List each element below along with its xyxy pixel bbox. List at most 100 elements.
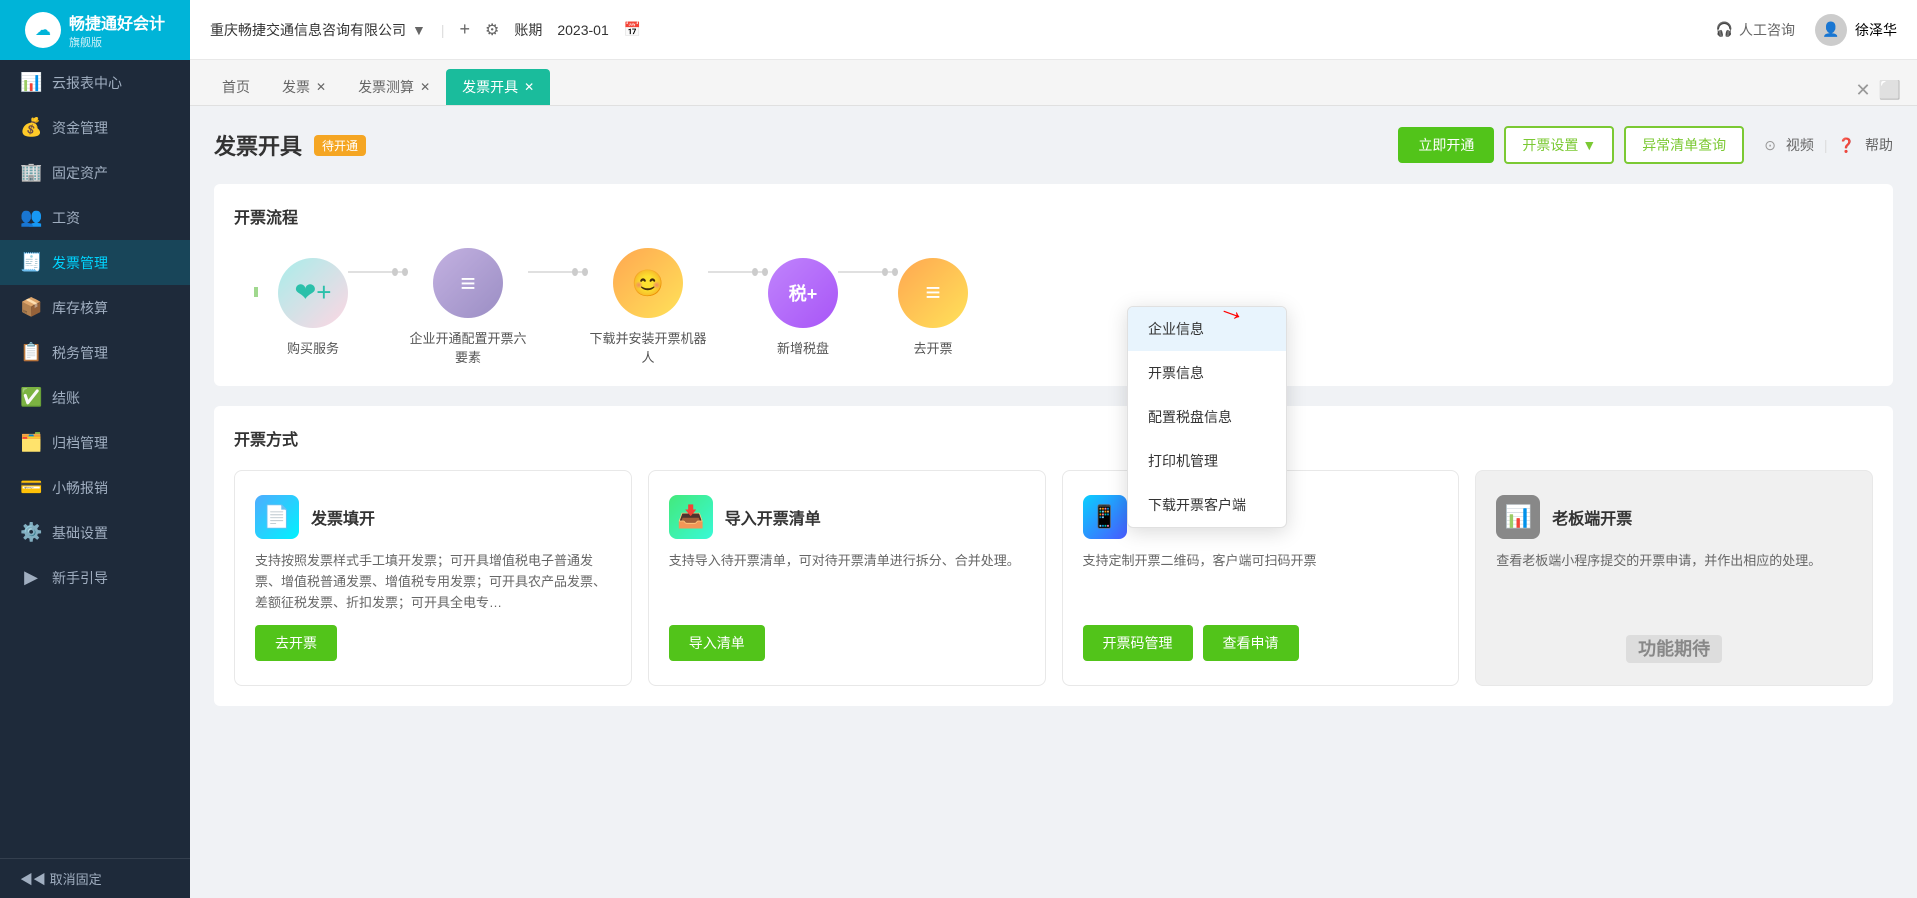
method-boss-title: 老板端开票 [1552, 505, 1632, 529]
video-link[interactable]: 视频 [1786, 135, 1814, 155]
flow-step-2: ≡ 企业开通配置开票六要素 [408, 248, 528, 366]
scan-code-manage-button[interactable]: 开票码管理 [1083, 625, 1193, 661]
dropdown-item-download-client[interactable]: 下载开票客户端 [1128, 483, 1286, 527]
tab-invoice-open[interactable]: 发票开具 ✕ [446, 69, 550, 105]
dropdown-item-tax-config[interactable]: 配置税盘信息 [1128, 395, 1286, 439]
step2-icon: ≡ [433, 248, 503, 318]
content-area: 发票开具 待开通 立即开通 开票设置 ▼ 异常清单查询 ⊙ 视频 | ❓ 帮助 … [190, 106, 1917, 898]
topbar-divider1: | [441, 22, 445, 38]
method-card-boss: 📊 老板端开票 查看老板端小程序提交的开票申请，并作出相应的处理。 功能期待 [1475, 470, 1873, 686]
funds-icon: 💰 [20, 117, 42, 138]
flow-step-3: 😊 下载并安装开票机器人 [588, 248, 708, 366]
help-link[interactable]: 帮助 [1865, 135, 1893, 155]
sidebar-item-settlement[interactable]: ✅ 结账 [0, 375, 190, 420]
method-import-header: 📥 导入开票清单 [669, 495, 1025, 539]
header-actions: 立即开通 开票设置 ▼ 异常清单查询 ⊙ 视频 | ❓ 帮助 [1398, 126, 1893, 164]
company-selector[interactable]: 重庆畅捷交通信息咨询有限公司 ▼ [210, 20, 426, 40]
step1-label: 购买服务 [287, 338, 339, 357]
dropdown-item-invoice-info[interactable]: 开票信息 [1128, 351, 1286, 395]
step3-label: 下载并安装开票机器人 [588, 328, 708, 366]
method-fill-desc: 支持按照发票样式手工填开发票；可开具增值税电子普通发票、增值税普通发票、增值税专… [255, 551, 611, 613]
calendar-icon[interactable]: 📅 [624, 21, 641, 38]
sidebar-item-xiaochang[interactable]: 💳 小畅报销 [0, 465, 190, 510]
sidebar-item-funds[interactable]: 💰 资金管理 [0, 105, 190, 150]
tab-invoice-calc-close[interactable]: ✕ [420, 80, 430, 94]
settings-button[interactable]: 开票设置 ▼ [1504, 126, 1614, 164]
sidebar-item-cloud-reports[interactable]: 📊 云报表中心 [0, 60, 190, 105]
tab-invoice-open-close[interactable]: ✕ [524, 80, 534, 94]
settings-button-label: 开票设置 [1522, 135, 1578, 155]
flow-step-5: ≡ 去开票 [898, 258, 968, 357]
tab-invoice-calc[interactable]: 发票测算 ✕ [342, 69, 446, 105]
user-profile[interactable]: 👤 徐泽华 [1815, 14, 1897, 46]
boss-overlay-text: 功能期待 [1496, 635, 1852, 661]
tab-home-label: 首页 [222, 77, 250, 97]
flow-step-1: ❤+ 购买服务 [278, 258, 348, 357]
sidebar-item-archive[interactable]: 🗂️ 归档管理 [0, 420, 190, 465]
tab-home[interactable]: 首页 [206, 69, 266, 105]
sidebar-item-tax[interactable]: 📋 税务管理 [0, 330, 190, 375]
red-arrow: → [1219, 294, 1247, 326]
method-boss-desc: 查看老板端小程序提交的开票申请，并作出相应的处理。 [1496, 551, 1852, 603]
company-name: 重庆畅捷交通信息咨询有限公司 [210, 20, 406, 40]
help-icon: ❓ [1838, 137, 1855, 154]
activate-button[interactable]: 立即开通 [1398, 127, 1494, 163]
sidebar-cancel-pin[interactable]: ◀◀ 取消固定 [0, 858, 190, 898]
view-application-button[interactable]: 查看申请 [1203, 625, 1299, 661]
sidebar-label-tax: 税务管理 [52, 343, 108, 363]
fill-invoice-button[interactable]: 去开票 [255, 625, 337, 661]
method-fill-icon: 📄 [255, 495, 299, 539]
period-label: 账期 [514, 20, 542, 40]
tax-icon: 📋 [20, 342, 42, 363]
support-label: 人工咨询 [1739, 20, 1795, 40]
method-import-title: 导入开票清单 [725, 505, 821, 529]
payroll-icon: 👥 [20, 207, 42, 228]
play-icon: ⊙ [1764, 137, 1776, 154]
step3-icon: 😊 [613, 248, 683, 318]
method-card-import: 📥 导入开票清单 支持导入待开票清单，可对待开票清单进行拆分、合并处理。 导入清… [648, 470, 1046, 686]
maximize-icon[interactable]: ⬜ [1879, 80, 1901, 101]
method-card-fill: 📄 发票填开 支持按照发票样式手工填开发票；可开具增值税电子普通发票、增值税普通… [234, 470, 632, 686]
exception-button[interactable]: 异常清单查询 [1624, 126, 1744, 164]
cancel-pin-label: 取消固定 [50, 872, 102, 887]
topbar-right: 🎧 人工咨询 👤 徐泽华 [1716, 14, 1897, 46]
method-fill-title: 发票填开 [311, 505, 375, 529]
guide-icon: ▶ [20, 567, 42, 588]
cloud-reports-icon: 📊 [20, 72, 42, 93]
tab-invoice-close[interactable]: ✕ [316, 80, 326, 94]
sidebar-label-xiaochang: 小畅报销 [52, 478, 108, 498]
sidebar-item-settings[interactable]: ⚙️ 基础设置 [0, 510, 190, 555]
sidebar-item-invoices[interactable]: 🧾 发票管理 [0, 240, 190, 285]
settings-dropdown-arrow: ▼ [1582, 137, 1596, 153]
dropdown-item-printer[interactable]: 打印机管理 [1128, 439, 1286, 483]
step5-label: 去开票 [913, 338, 952, 357]
close-window-icon[interactable]: ✕ [1855, 80, 1870, 101]
settlement-icon: ✅ [20, 387, 42, 408]
settings-gear-icon[interactable]: ⚙ [485, 20, 499, 40]
page-header: 发票开具 待开通 立即开通 开票设置 ▼ 异常清单查询 ⊙ 视频 | ❓ 帮助 [214, 126, 1893, 164]
tab-invoice[interactable]: 发票 ✕ [266, 69, 342, 105]
app-subtitle: 旗舰版 [69, 34, 165, 50]
sidebar-item-payroll[interactable]: 👥 工资 [0, 195, 190, 240]
assets-icon: 🏢 [20, 162, 42, 183]
sidebar-item-assets[interactable]: 🏢 固定资产 [0, 150, 190, 195]
sidebar-label-cloud-reports: 云报表中心 [52, 73, 122, 93]
add-company-button[interactable]: + [460, 19, 471, 40]
dropdown-item-company-info[interactable]: 企业信息 [1128, 307, 1286, 351]
user-name: 徐泽华 [1855, 20, 1897, 40]
app-title: 畅捷通好会计 [69, 10, 165, 34]
sidebar-item-guide[interactable]: ▶ 新手引导 [0, 555, 190, 600]
methods-grid: 📄 发票填开 支持按照发票样式手工填开发票；可开具增值税电子普通发票、增值税普通… [234, 470, 1873, 686]
method-scan-desc: 支持定制开票二维码，客户端可扫码开票 [1083, 551, 1439, 613]
sidebar-label-settings: 基础设置 [52, 523, 108, 543]
import-list-button[interactable]: 导入清单 [669, 625, 765, 661]
dropdown-download-client-label: 下载开票客户端 [1148, 497, 1246, 513]
main-area: 重庆畅捷交通信息咨询有限公司 ▼ | + ⚙ 账期 2023-01 📅 🎧 人工… [190, 0, 1917, 898]
dropdown-menu: 企业信息 开票信息 配置税盘信息 打印机管理 下载开票客户端 [1127, 306, 1287, 528]
tab-invoice-label: 发票 [282, 77, 310, 97]
flow-connector-3 [708, 271, 768, 273]
support-button[interactable]: 🎧 人工咨询 [1716, 20, 1795, 40]
sidebar-item-inventory[interactable]: 📦 库存核算 [0, 285, 190, 330]
sidebar-label-payroll: 工资 [52, 208, 80, 228]
sidebar-label-archive: 归档管理 [52, 433, 108, 453]
